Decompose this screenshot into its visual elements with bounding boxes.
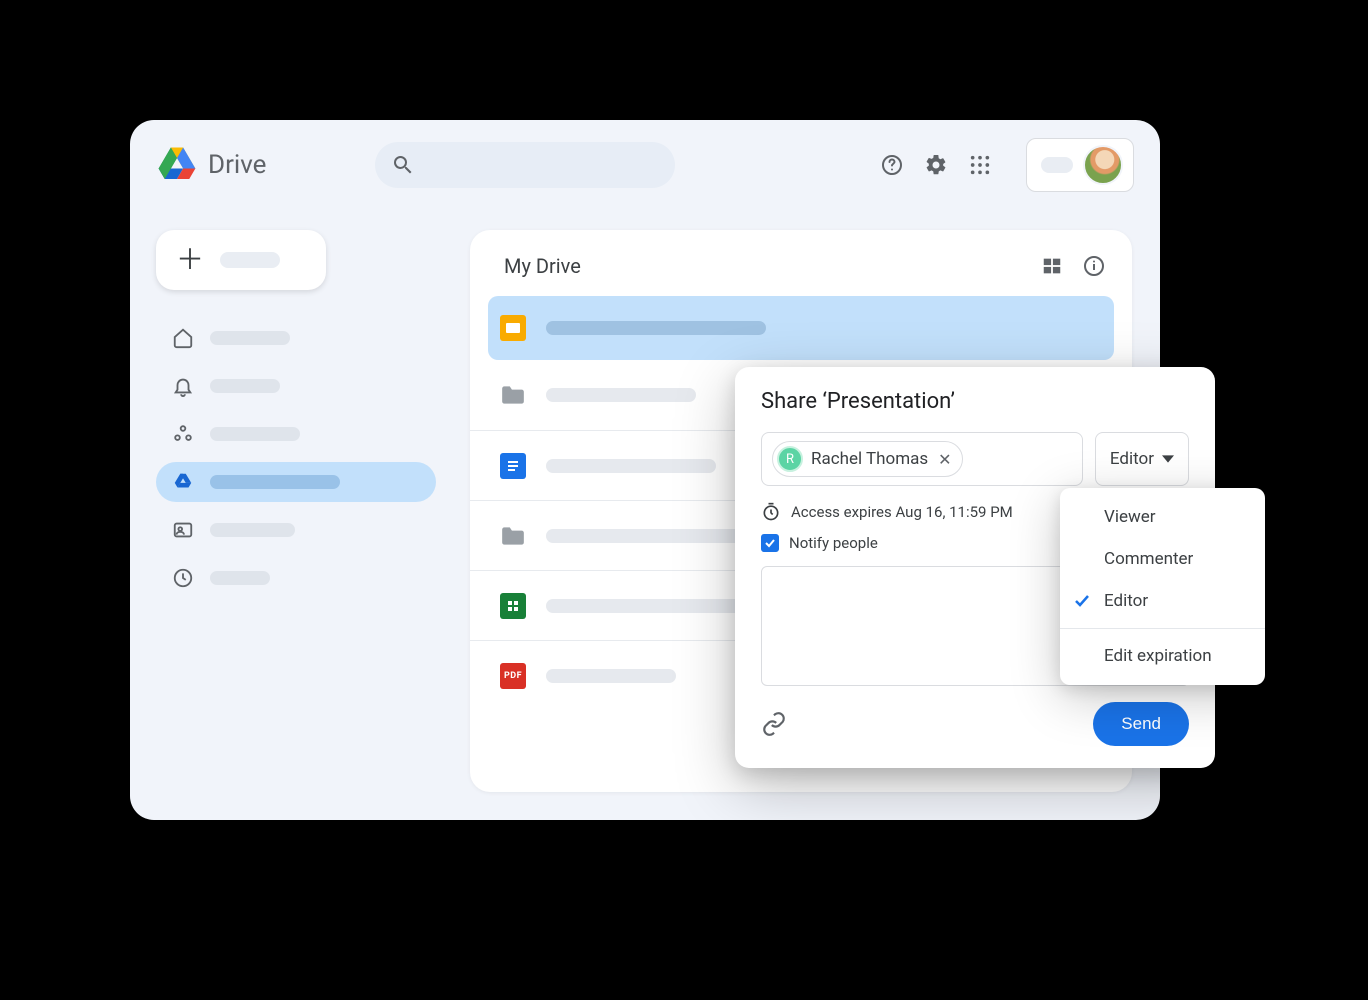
file-row[interactable] xyxy=(488,296,1114,360)
main-header: My Drive xyxy=(470,252,1132,296)
remove-chip-icon[interactable]: ✕ xyxy=(936,450,953,469)
page-title: My Drive xyxy=(504,254,1038,278)
person-name: Rachel Thomas xyxy=(811,449,928,469)
apps-icon[interactable] xyxy=(966,151,994,179)
check-icon xyxy=(1072,591,1092,611)
menu-divider xyxy=(1060,628,1265,629)
search-input[interactable] xyxy=(375,142,675,188)
plus-icon: ＋ xyxy=(176,246,204,274)
app-name: Drive xyxy=(208,150,266,180)
sidebar-item-shared[interactable] xyxy=(156,510,436,550)
role-menu: Viewer Commenter Editor Edit expiration xyxy=(1060,488,1265,685)
avatar xyxy=(1083,145,1123,185)
layout-toggle-icon[interactable] xyxy=(1038,252,1066,280)
edit-expiration-option[interactable]: Edit expiration xyxy=(1060,635,1265,677)
dialog-title: Share ‘Presentation’ xyxy=(761,389,1189,414)
person-chip[interactable]: R Rachel Thomas ✕ xyxy=(772,441,963,477)
check-icon xyxy=(764,537,776,549)
access-expires-text: Access expires Aug 16, 11:59 PM xyxy=(791,503,1013,521)
details-icon[interactable] xyxy=(1080,252,1108,280)
role-dropdown[interactable]: Editor xyxy=(1095,432,1189,486)
bell-icon xyxy=(172,375,194,397)
sidebar-item-home[interactable] xyxy=(156,318,436,358)
new-button[interactable]: ＋ xyxy=(156,230,326,290)
slides-icon xyxy=(500,315,526,341)
workspaces-icon xyxy=(172,423,194,445)
header: Drive xyxy=(130,120,1160,202)
docs-icon xyxy=(500,453,526,479)
sidebar-item-drive[interactable] xyxy=(156,462,436,502)
home-icon xyxy=(172,327,194,349)
send-button[interactable]: Send xyxy=(1093,702,1189,746)
drive-nav-icon xyxy=(172,471,194,493)
role-option-viewer[interactable]: Viewer xyxy=(1060,496,1265,538)
timer-icon xyxy=(761,502,781,522)
notify-checkbox[interactable] xyxy=(761,534,779,552)
role-option-commenter[interactable]: Commenter xyxy=(1060,538,1265,580)
caret-down-icon xyxy=(1162,453,1174,465)
copy-link-icon[interactable] xyxy=(761,711,787,737)
recent-icon xyxy=(172,567,194,589)
sidebar-item-activity[interactable] xyxy=(156,366,436,406)
header-actions xyxy=(878,138,1134,192)
people-input[interactable]: R Rachel Thomas ✕ xyxy=(761,432,1083,486)
notify-label: Notify people xyxy=(789,534,878,552)
sidebar: ＋ xyxy=(156,230,436,598)
sidebar-nav xyxy=(156,318,436,598)
person-avatar: R xyxy=(777,446,803,472)
shared-icon xyxy=(172,519,194,541)
account-switcher[interactable] xyxy=(1026,138,1134,192)
sidebar-item-recent[interactable] xyxy=(156,558,436,598)
sidebar-item-workspaces[interactable] xyxy=(156,414,436,454)
role-label: Editor xyxy=(1110,449,1154,469)
drive-logo-icon xyxy=(156,144,198,186)
pdf-icon: PDF xyxy=(500,663,526,689)
search-icon xyxy=(391,153,415,177)
sheets-icon xyxy=(500,593,526,619)
settings-icon[interactable] xyxy=(922,151,950,179)
logo-area: Drive xyxy=(156,144,266,186)
dialog-footer: Send xyxy=(761,702,1189,746)
help-icon[interactable] xyxy=(878,151,906,179)
account-placeholder xyxy=(1041,157,1073,173)
folder-icon xyxy=(500,523,526,549)
folder-icon xyxy=(500,382,526,408)
role-option-editor[interactable]: Editor xyxy=(1060,580,1265,622)
